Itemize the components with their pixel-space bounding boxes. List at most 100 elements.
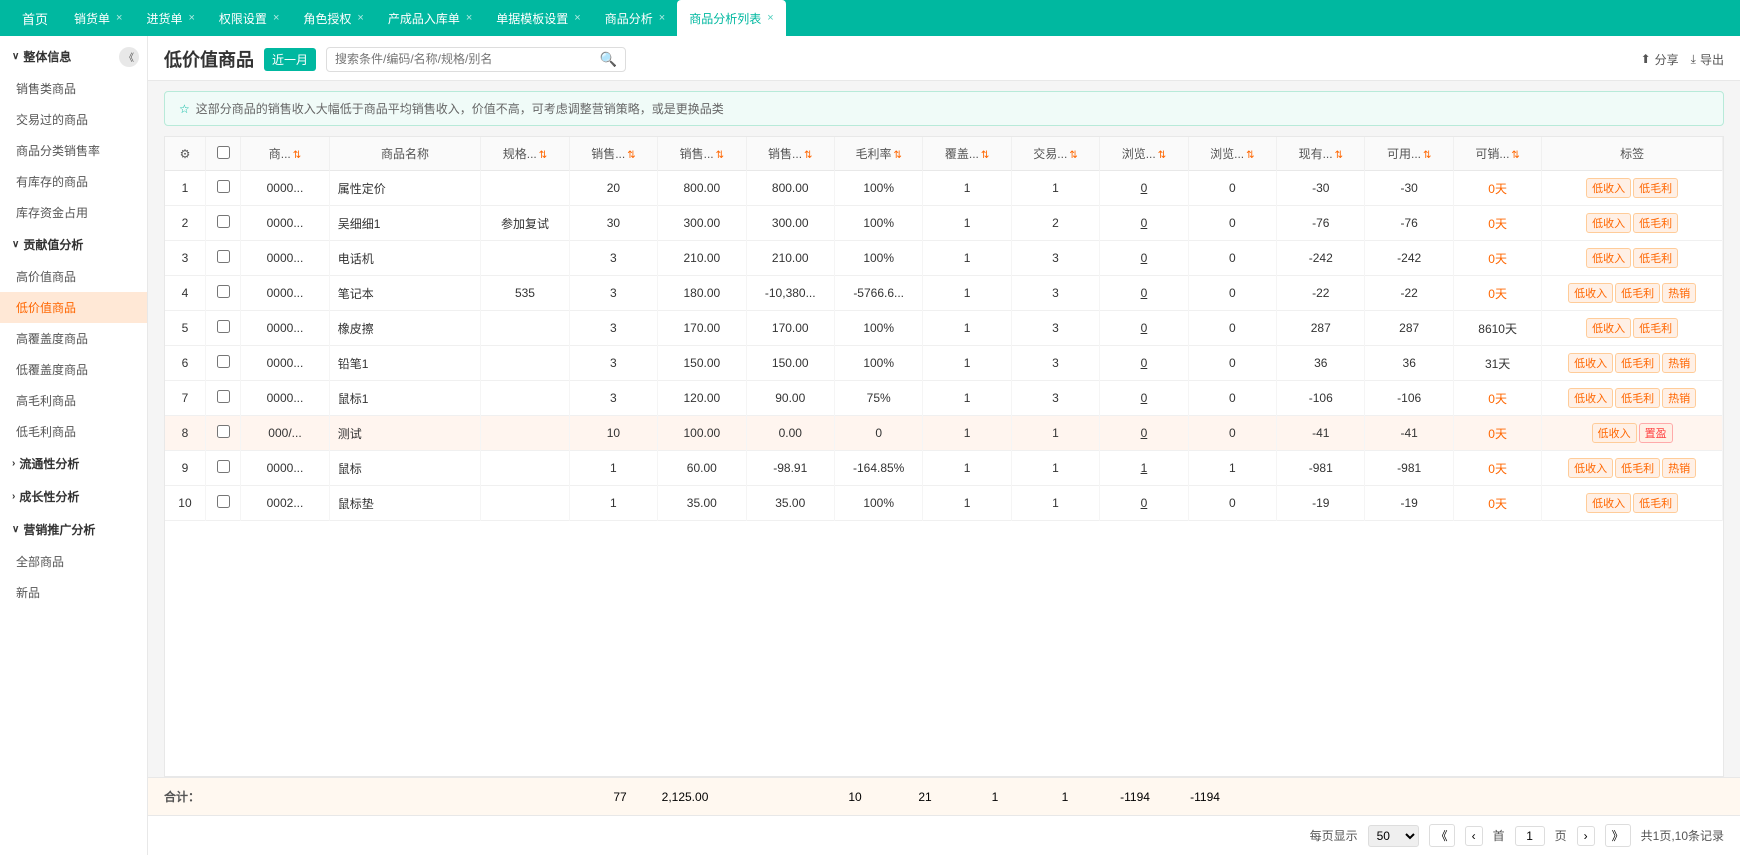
- first-page-button[interactable]: 《: [1429, 824, 1455, 847]
- row-checkbox[interactable]: [217, 180, 230, 193]
- browse-link[interactable]: 1: [1141, 461, 1148, 475]
- sort-icon[interactable]: ⇅: [1511, 150, 1519, 161]
- sort-icon[interactable]: ⇅: [539, 150, 547, 161]
- nav-salesorder[interactable]: 销货单 ×: [62, 0, 134, 36]
- sidebar-item-sales-goods[interactable]: 销售类商品: [0, 73, 147, 104]
- select-all-checkbox[interactable]: [217, 146, 230, 159]
- row-check[interactable]: [205, 276, 240, 311]
- sort-icon[interactable]: ⇅: [981, 150, 989, 161]
- close-icon[interactable]: ×: [574, 12, 580, 24]
- sidebar-section-circulation[interactable]: › 流通性分析: [0, 447, 147, 480]
- row-check[interactable]: [205, 171, 240, 206]
- sort-icon[interactable]: ⇅: [1335, 150, 1343, 161]
- browse-link[interactable]: 0: [1141, 181, 1148, 195]
- close-icon[interactable]: ×: [116, 12, 122, 24]
- sidebar-item-traded-goods[interactable]: 交易过的商品: [0, 104, 147, 135]
- sidebar-item-in-stock-goods[interactable]: 有库存的商品: [0, 166, 147, 197]
- row-browse1[interactable]: 0: [1100, 346, 1188, 381]
- usable-col-header[interactable]: 可用...⇅: [1365, 137, 1453, 171]
- close-icon[interactable]: ×: [466, 12, 472, 24]
- nav-templates[interactable]: 单据模板设置 ×: [484, 0, 592, 36]
- sidebar-item-high-coverage[interactable]: 高覆盖度商品: [0, 323, 147, 354]
- browse-link[interactable]: 0: [1141, 286, 1148, 300]
- sidebar-section-growth[interactable]: › 成长性分析: [0, 480, 147, 513]
- page-input[interactable]: [1515, 826, 1545, 846]
- browse-link[interactable]: 0: [1141, 356, 1148, 370]
- row-checkbox[interactable]: [217, 355, 230, 368]
- last-page-button[interactable]: 》: [1605, 824, 1631, 847]
- browse-link[interactable]: 0: [1141, 391, 1148, 405]
- row-checkbox[interactable]: [217, 320, 230, 333]
- check-col-header[interactable]: [205, 137, 240, 171]
- sale2-col-header[interactable]: 销售...⇅: [746, 137, 834, 171]
- row-checkbox[interactable]: [217, 285, 230, 298]
- browse-link[interactable]: 0: [1141, 251, 1148, 265]
- browse-link[interactable]: 0: [1141, 321, 1148, 335]
- sort-icon[interactable]: ⇅: [1246, 150, 1254, 161]
- row-checkbox[interactable]: [217, 425, 230, 438]
- row-browse1[interactable]: 0: [1100, 486, 1188, 521]
- sort-icon[interactable]: ⇅: [804, 150, 812, 161]
- name-col-header[interactable]: 商品名称: [329, 137, 481, 171]
- sort-icon[interactable]: ⇅: [1423, 150, 1431, 161]
- code-col-header[interactable]: 商...⇅: [241, 137, 329, 171]
- share-button[interactable]: ⬆ 分享: [1641, 51, 1679, 68]
- sort-icon[interactable]: ⇅: [627, 150, 635, 161]
- row-check[interactable]: [205, 451, 240, 486]
- browse2-col-header[interactable]: 浏览...⇅: [1188, 137, 1276, 171]
- search-box[interactable]: 🔍: [326, 47, 626, 72]
- row-checkbox[interactable]: [217, 250, 230, 263]
- sidebar-item-low-margin[interactable]: 低毛利商品: [0, 416, 147, 447]
- row-check[interactable]: [205, 346, 240, 381]
- row-browse1[interactable]: 0: [1100, 416, 1188, 451]
- row-checkbox[interactable]: [217, 460, 230, 473]
- sort-icon[interactable]: ⇅: [893, 150, 901, 161]
- cover-col-header[interactable]: 覆盖...⇅: [923, 137, 1011, 171]
- sort-icon[interactable]: ⇅: [1158, 150, 1166, 161]
- row-browse1[interactable]: 0: [1100, 381, 1188, 416]
- sidebar-section-overall[interactable]: ∨ 整体信息: [8, 44, 111, 69]
- browse-link[interactable]: 0: [1141, 426, 1148, 440]
- row-check[interactable]: [205, 206, 240, 241]
- gross-col-header[interactable]: 毛利率⇅: [834, 137, 922, 171]
- gear-col-header[interactable]: ⚙: [165, 137, 205, 171]
- row-checkbox[interactable]: [217, 215, 230, 228]
- nav-home[interactable]: 首页: [8, 0, 62, 36]
- sort-icon[interactable]: ⇅: [716, 150, 724, 161]
- sidebar-section-marketing[interactable]: ∨ 营销推广分析: [0, 513, 147, 546]
- export-button[interactable]: ⤓ 导出: [1691, 51, 1724, 68]
- sidebar-item-all-goods[interactable]: 全部商品: [0, 546, 147, 577]
- sidebar-item-category-sales-rate[interactable]: 商品分类销售率: [0, 135, 147, 166]
- row-browse1[interactable]: 1: [1100, 451, 1188, 486]
- qty-col-header[interactable]: 销售...⇅: [569, 137, 657, 171]
- row-browse1[interactable]: 0: [1100, 171, 1188, 206]
- prev-page-button[interactable]: ‹: [1465, 826, 1483, 846]
- stock-col-header[interactable]: 现有...⇅: [1277, 137, 1365, 171]
- row-check[interactable]: [205, 241, 240, 276]
- row-check[interactable]: [205, 381, 240, 416]
- sort-icon[interactable]: ⇅: [1069, 150, 1077, 161]
- row-check[interactable]: [205, 416, 240, 451]
- sidebar-section-contribution[interactable]: ∨ 贡献值分析: [0, 228, 147, 261]
- sidebar-item-high-value[interactable]: 高价值商品: [0, 261, 147, 292]
- nav-permissions[interactable]: 权限设置 ×: [207, 0, 291, 36]
- sidebar-item-high-margin[interactable]: 高毛利商品: [0, 385, 147, 416]
- saledays-col-header[interactable]: 可销...⇅: [1453, 137, 1541, 171]
- trade-col-header[interactable]: 交易...⇅: [1011, 137, 1099, 171]
- close-icon[interactable]: ×: [767, 12, 773, 24]
- row-check[interactable]: [205, 486, 240, 521]
- row-check[interactable]: [205, 311, 240, 346]
- search-icon[interactable]: 🔍: [600, 51, 617, 68]
- next-page-button[interactable]: ›: [1577, 826, 1595, 846]
- nav-purchase[interactable]: 进货单 ×: [134, 0, 206, 36]
- sidebar-item-low-coverage[interactable]: 低覆盖度商品: [0, 354, 147, 385]
- nav-products-in[interactable]: 产成品入库单 ×: [376, 0, 484, 36]
- close-icon[interactable]: ×: [273, 12, 279, 24]
- nav-product-analysis-list[interactable]: 商品分析列表 ×: [677, 0, 785, 36]
- row-browse1[interactable]: 0: [1100, 206, 1188, 241]
- table-container[interactable]: ⚙ 商...⇅ 商品名称 规格...⇅ 销售...⇅ 销售...⇅ 销售...⇅…: [164, 136, 1724, 777]
- browse-link[interactable]: 0: [1141, 496, 1148, 510]
- search-input[interactable]: [335, 52, 600, 66]
- browse1-col-header[interactable]: 浏览...⇅: [1100, 137, 1188, 171]
- row-checkbox[interactable]: [217, 390, 230, 403]
